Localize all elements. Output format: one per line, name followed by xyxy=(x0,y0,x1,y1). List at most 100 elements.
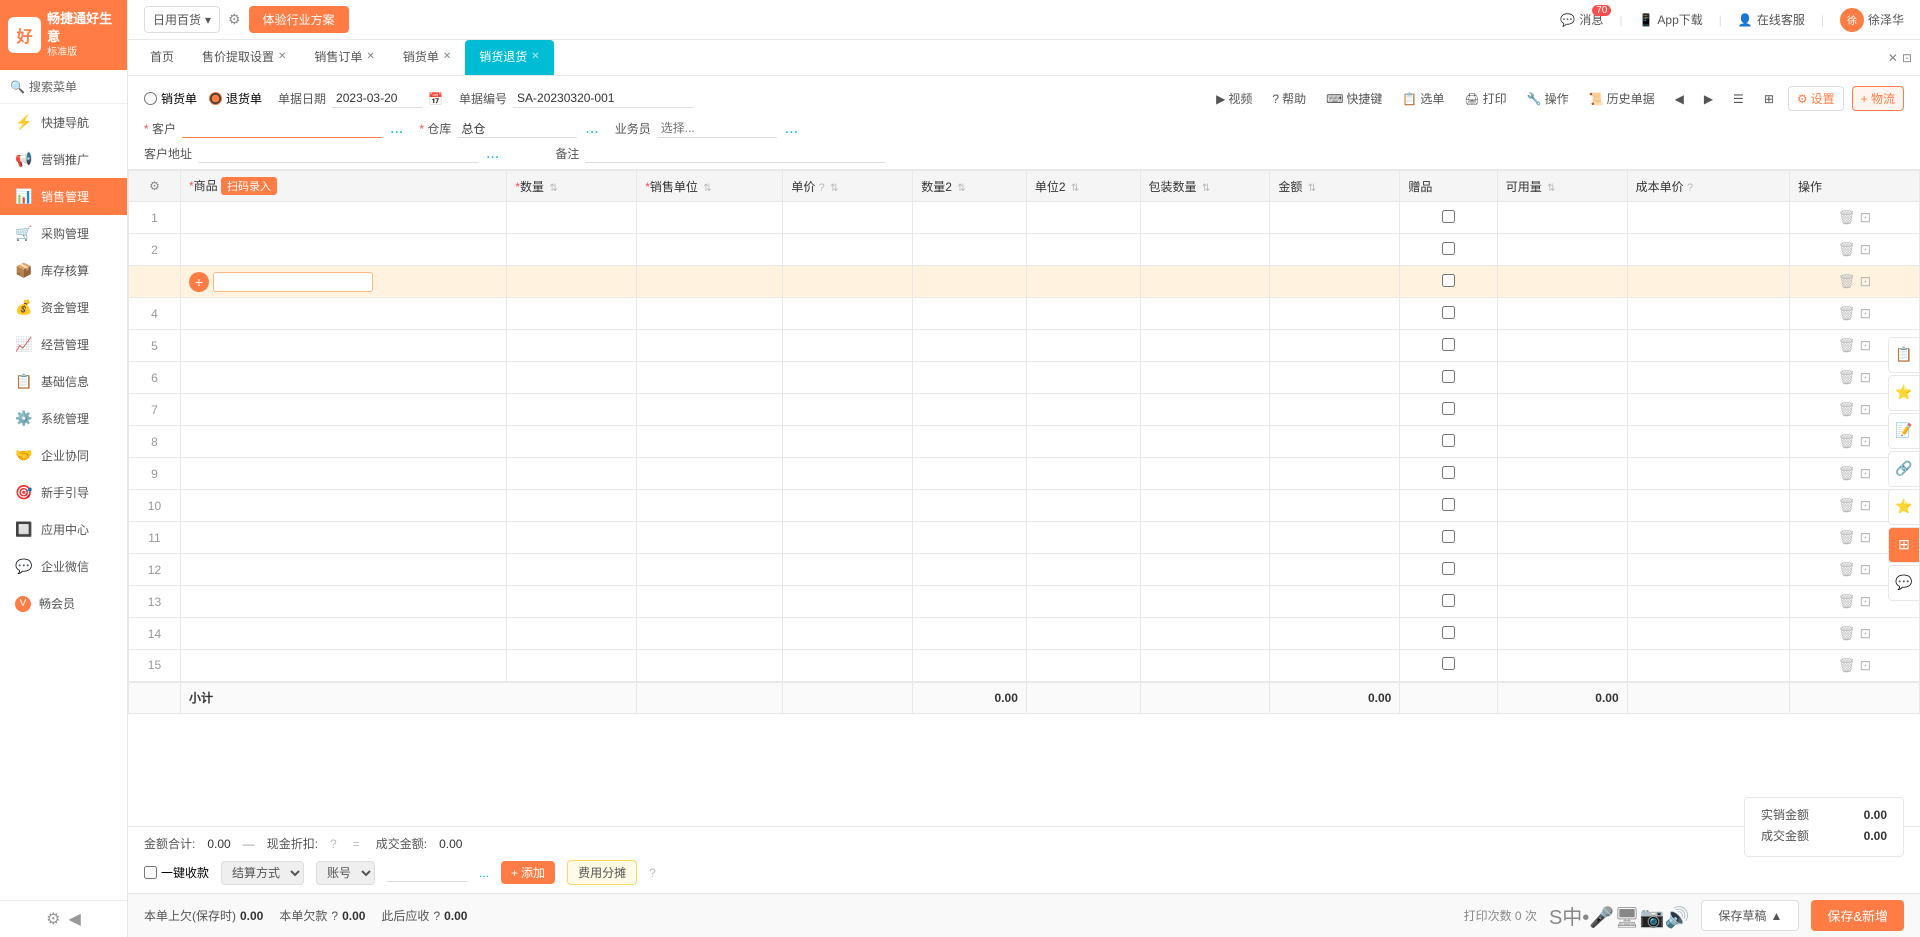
delete-row-icon[interactable]: 🗑 xyxy=(1838,305,1856,322)
qty-cell[interactable] xyxy=(507,490,637,522)
delete-row-icon[interactable]: 🗑 xyxy=(1838,529,1856,546)
unit-cell[interactable] xyxy=(637,554,783,586)
user-profile[interactable]: 徐 徐泽华 xyxy=(1840,8,1904,32)
unit2-cell[interactable] xyxy=(1026,266,1140,298)
amount-cell[interactable] xyxy=(1270,426,1400,458)
float-note-icon[interactable]: 📝 xyxy=(1888,413,1920,449)
layout-grid-icon[interactable]: ⊞ xyxy=(1758,90,1780,108)
sidebar-item-appstore[interactable]: 🔲 应用中心 xyxy=(0,511,127,548)
delete-row-icon[interactable]: 🗑 xyxy=(1838,337,1856,354)
cost-price-help-icon[interactable]: ? xyxy=(1687,182,1693,194)
save-draft-btn[interactable]: 保存草稿 ▲ xyxy=(1701,900,1799,931)
cost-price-cell[interactable] xyxy=(1627,394,1789,426)
available-cell[interactable] xyxy=(1497,330,1627,362)
unit2-sort-icon[interactable]: ⇅ xyxy=(1071,183,1079,194)
gift-cell[interactable] xyxy=(1400,458,1497,490)
cost-price-cell[interactable] xyxy=(1627,586,1789,618)
qty-cell[interactable] xyxy=(507,554,637,586)
product-cell[interactable]: + xyxy=(180,266,506,298)
cost-price-cell[interactable] xyxy=(1627,522,1789,554)
salesperson-input[interactable] xyxy=(657,119,777,138)
scan-input-btn[interactable]: 扫码录入 xyxy=(221,177,277,195)
copy-row-icon[interactable]: ⊡ xyxy=(1860,369,1872,386)
unit-cell[interactable] xyxy=(637,266,783,298)
pack-qty-cell[interactable] xyxy=(1140,202,1270,234)
qty2-cell[interactable] xyxy=(913,362,1027,394)
cost-price-cell[interactable] xyxy=(1627,330,1789,362)
close-tab-active-icon[interactable]: ✕ xyxy=(531,51,539,62)
unit2-cell[interactable] xyxy=(1026,618,1140,650)
calendar-icon[interactable]: 📅 xyxy=(428,92,443,106)
available-cell[interactable] xyxy=(1497,362,1627,394)
price-cell[interactable] xyxy=(783,202,913,234)
delete-row-icon[interactable]: 🗑 xyxy=(1838,433,1856,450)
cost-price-cell[interactable] xyxy=(1627,490,1789,522)
copy-row-icon[interactable]: ⊡ xyxy=(1860,273,1872,290)
qty-cell[interactable] xyxy=(507,426,637,458)
unit2-cell[interactable] xyxy=(1026,234,1140,266)
col-gear[interactable]: ⚙ xyxy=(129,171,181,202)
save-new-btn[interactable]: 保存&新增 xyxy=(1811,900,1904,931)
pack-qty-cell[interactable] xyxy=(1140,298,1270,330)
available-sort-icon[interactable]: ⇅ xyxy=(1547,183,1555,194)
available-cell[interactable] xyxy=(1497,522,1627,554)
pack-qty-cell[interactable] xyxy=(1140,426,1270,458)
amount-cell[interactable] xyxy=(1270,522,1400,554)
unit-cell[interactable] xyxy=(637,202,783,234)
available-cell[interactable] xyxy=(1497,202,1627,234)
cost-price-cell[interactable] xyxy=(1627,458,1789,490)
product-cell[interactable] xyxy=(180,426,506,458)
tab-sales[interactable]: 销货单 ✕ xyxy=(389,40,465,76)
unit2-cell[interactable] xyxy=(1026,330,1140,362)
close-tab-icon[interactable]: ✕ xyxy=(366,51,374,62)
industry-select[interactable]: 日用百货 ▾ xyxy=(144,6,220,33)
qty-cell[interactable] xyxy=(507,330,637,362)
unit-cell[interactable] xyxy=(637,362,783,394)
fee-allocation-btn[interactable]: 费用分摊 xyxy=(567,860,637,885)
cost-price-cell[interactable] xyxy=(1627,234,1789,266)
price-cell[interactable] xyxy=(783,554,913,586)
tab-sales-order[interactable]: 销售订单 ✕ xyxy=(300,40,388,76)
price-cell[interactable] xyxy=(783,522,913,554)
gift-cell[interactable] xyxy=(1400,554,1497,586)
delete-row-icon[interactable]: 🗑 xyxy=(1838,401,1856,418)
customer-input[interactable] xyxy=(182,119,382,138)
sidebar-item-weixin[interactable]: 💬 企业微信 xyxy=(0,548,127,585)
qty2-cell[interactable] xyxy=(913,490,1027,522)
add-payment-btn[interactable]: + 添加 xyxy=(501,861,555,884)
unit-cell[interactable] xyxy=(637,490,783,522)
delete-row-icon[interactable]: 🗑 xyxy=(1838,625,1856,642)
unit2-cell[interactable] xyxy=(1026,426,1140,458)
copy-row-icon[interactable]: ⊡ xyxy=(1860,401,1872,418)
operation-btn[interactable]: 🔧 操作 xyxy=(1521,88,1575,109)
sidebar-item-member[interactable]: V 畅会员 xyxy=(0,585,127,622)
qty2-cell[interactable] xyxy=(913,650,1027,682)
radio-return[interactable]: 退货单 xyxy=(209,90,262,107)
close-tab-icon[interactable]: ✕ xyxy=(278,51,286,62)
available-cell[interactable] xyxy=(1497,458,1627,490)
gift-cell[interactable] xyxy=(1400,618,1497,650)
message-btn[interactable]: 💬 消息 70 xyxy=(1560,11,1603,28)
qty-cell[interactable] xyxy=(507,618,637,650)
gift-cell[interactable] xyxy=(1400,394,1497,426)
sidebar-item-marketing[interactable]: 📢 营销推广 xyxy=(0,141,127,178)
amount-cell[interactable] xyxy=(1270,554,1400,586)
delete-row-icon[interactable]: 🗑 xyxy=(1838,497,1856,514)
product-cell[interactable] xyxy=(180,362,506,394)
remark-input[interactable] xyxy=(585,144,885,163)
help-btn[interactable]: ? 帮助 xyxy=(1266,88,1312,109)
copy-row-icon[interactable]: ⊡ xyxy=(1860,561,1872,578)
pack-qty-cell[interactable] xyxy=(1140,522,1270,554)
settings-bottom-icon[interactable]: ⚙ xyxy=(46,909,60,929)
copy-row-icon[interactable]: ⊡ xyxy=(1860,433,1872,450)
unit2-cell[interactable] xyxy=(1026,586,1140,618)
pack-qty-cell[interactable] xyxy=(1140,586,1270,618)
unit-cell[interactable] xyxy=(637,458,783,490)
product-cell[interactable] xyxy=(180,522,506,554)
sidebar-item-shortcut[interactable]: ⚡ 快捷导航 xyxy=(0,104,127,141)
qty-cell[interactable] xyxy=(507,298,637,330)
unit-cell[interactable] xyxy=(637,586,783,618)
qty-cell[interactable] xyxy=(507,362,637,394)
gift-cell[interactable] xyxy=(1400,234,1497,266)
product-cell[interactable] xyxy=(180,298,506,330)
